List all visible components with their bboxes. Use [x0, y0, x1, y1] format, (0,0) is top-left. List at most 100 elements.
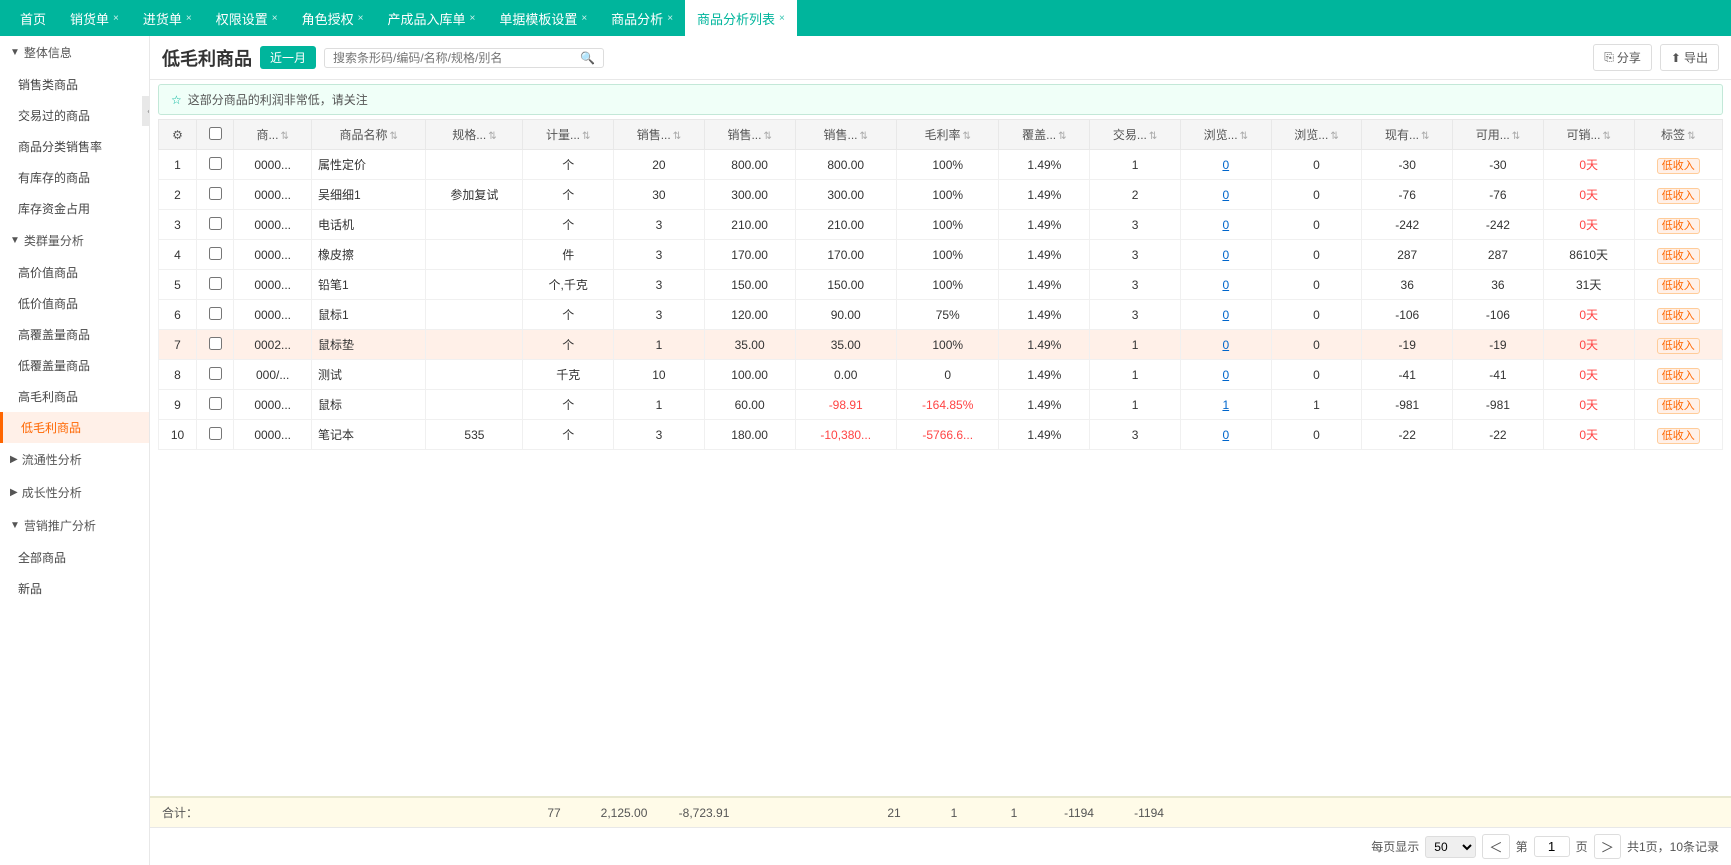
sidebar-item-traded-products[interactable]: 交易过的商品 — [0, 100, 149, 131]
row-name[interactable]: 吴细细1 — [311, 180, 426, 210]
prev-page-button[interactable]: ＜ — [1482, 834, 1509, 859]
row-view1[interactable]: 0 — [1180, 360, 1271, 390]
sidebar-item-inventory-capital[interactable]: 库存资金占用 — [0, 193, 149, 224]
sidebar-item-low-value[interactable]: 低价值商品 — [0, 288, 149, 319]
row-checkbox[interactable] — [196, 210, 233, 240]
row-view1[interactable]: 0 — [1180, 420, 1271, 450]
row-name[interactable]: 橡皮擦 — [311, 240, 426, 270]
sidebar-item-low-margin[interactable]: 低毛利商品 — [0, 412, 149, 443]
row-checkbox[interactable] — [196, 420, 233, 450]
row-view1[interactable]: 0 — [1180, 300, 1271, 330]
sidebar-section-growth[interactable]: ▶ 成长性分析 — [0, 476, 149, 509]
sidebar-item-new-products[interactable]: 新品 — [0, 573, 149, 604]
row-view1[interactable]: 0 — [1180, 330, 1271, 360]
export-button[interactable]: ⬆ 导出 — [1660, 44, 1719, 71]
sidebar-item-low-coverage[interactable]: 低覆盖量商品 — [0, 350, 149, 381]
close-template-settings-icon[interactable]: × — [581, 13, 587, 24]
close-sales-order-icon[interactable]: × — [113, 13, 119, 24]
sidebar-section-circulation[interactable]: ▶ 流通性分析 — [0, 443, 149, 476]
row-view1[interactable]: 0 — [1180, 210, 1271, 240]
search-input[interactable] — [333, 51, 576, 65]
row-select-checkbox[interactable] — [209, 427, 222, 440]
row-view1[interactable]: 1 — [1180, 390, 1271, 420]
col-tag[interactable]: 标签⇅ — [1634, 120, 1722, 150]
select-all-checkbox[interactable] — [209, 127, 222, 140]
row-name[interactable]: 铅笔1 — [311, 270, 426, 300]
row-name[interactable]: 属性定价 — [311, 150, 426, 180]
filter-button[interactable]: 近一月 — [260, 46, 316, 69]
row-select-checkbox[interactable] — [209, 367, 222, 380]
nav-product-storage[interactable]: 产成品入库单 × — [375, 0, 487, 36]
close-product-storage-icon[interactable]: × — [469, 13, 475, 24]
row-select-checkbox[interactable] — [209, 217, 222, 230]
nav-product-analysis-list[interactable]: 商品分析列表 × — [685, 0, 797, 36]
nav-home[interactable]: 首页 — [8, 0, 58, 36]
row-select-checkbox[interactable] — [209, 247, 222, 260]
col-unit[interactable]: 计量...⇅ — [523, 120, 614, 150]
nav-permissions[interactable]: 权限设置 × — [204, 0, 290, 36]
close-role-auth-icon[interactable]: × — [358, 13, 364, 24]
sidebar-item-sales-products[interactable]: 销售类商品 — [0, 69, 149, 100]
row-checkbox[interactable] — [196, 390, 233, 420]
row-select-checkbox[interactable] — [209, 397, 222, 410]
row-name[interactable]: 鼠标1 — [311, 300, 426, 330]
col-sales3[interactable]: 销售...⇅ — [795, 120, 896, 150]
row-select-checkbox[interactable] — [209, 277, 222, 290]
row-checkbox[interactable] — [196, 300, 233, 330]
row-view1[interactable]: 0 — [1180, 180, 1271, 210]
col-code[interactable]: 商...⇅ — [234, 120, 312, 150]
row-name[interactable]: 测试 — [311, 360, 426, 390]
sidebar-item-high-value[interactable]: 高价值商品 — [0, 257, 149, 288]
sidebar-item-all-products[interactable]: 全部商品 — [0, 542, 149, 573]
sidebar-item-in-stock[interactable]: 有库存的商品 — [0, 162, 149, 193]
col-deals[interactable]: 交易...⇅ — [1090, 120, 1181, 150]
col-settings[interactable]: ⚙ — [159, 120, 197, 150]
row-name[interactable]: 笔记本 — [311, 420, 426, 450]
col-sellable[interactable]: 可销...⇅ — [1543, 120, 1634, 150]
page-number-input[interactable] — [1534, 836, 1570, 857]
row-name[interactable]: 电话机 — [311, 210, 426, 240]
sidebar-section-marketing[interactable]: ▼ 营销推广分析 — [0, 509, 149, 542]
row-select-checkbox[interactable] — [209, 307, 222, 320]
nav-product-analysis[interactable]: 商品分析 × — [599, 0, 685, 36]
col-sales2[interactable]: 销售...⇅ — [704, 120, 795, 150]
nav-sales-order[interactable]: 销货单 × — [58, 0, 131, 36]
sidebar-section-overall[interactable]: ▼ 整体信息 — [0, 36, 149, 69]
col-spec[interactable]: 规格...⇅ — [426, 120, 523, 150]
nav-template-settings[interactable]: 单据模板设置 × — [487, 0, 599, 36]
col-view2[interactable]: 浏览...⇅ — [1271, 120, 1362, 150]
close-purchase-order-icon[interactable]: × — [186, 13, 192, 24]
col-current[interactable]: 现有...⇅ — [1362, 120, 1453, 150]
share-button[interactable]: ⎘ 分享 — [1593, 44, 1652, 71]
nav-role-auth[interactable]: 角色授权 × — [290, 0, 376, 36]
row-checkbox[interactable] — [196, 150, 233, 180]
row-checkbox[interactable] — [196, 330, 233, 360]
col-view1[interactable]: 浏览...⇅ — [1180, 120, 1271, 150]
sidebar-item-category-sales-rate[interactable]: 商品分类销售率 — [0, 131, 149, 162]
close-product-analysis-icon[interactable]: × — [667, 13, 673, 24]
row-name[interactable]: 鼠标 — [311, 390, 426, 420]
col-coverage[interactable]: 覆盖...⇅ — [999, 120, 1090, 150]
row-view1[interactable]: 0 — [1180, 240, 1271, 270]
col-available[interactable]: 可用...⇅ — [1453, 120, 1544, 150]
sidebar-item-high-coverage[interactable]: 高覆盖量商品 — [0, 319, 149, 350]
close-permissions-icon[interactable]: × — [272, 13, 278, 24]
row-select-checkbox[interactable] — [209, 187, 222, 200]
row-select-checkbox[interactable] — [209, 157, 222, 170]
col-margin[interactable]: 毛利率⇅ — [896, 120, 999, 150]
row-name[interactable]: 鼠标垫 — [311, 330, 426, 360]
sidebar-section-cluster[interactable]: ▼ 类群量分析 — [0, 224, 149, 257]
per-page-select[interactable]: 50 100 200 — [1425, 836, 1476, 858]
nav-purchase-order[interactable]: 进货单 × — [131, 0, 204, 36]
col-name[interactable]: 商品名称⇅ — [311, 120, 426, 150]
next-page-button[interactable]: ＞ — [1594, 834, 1621, 859]
close-product-analysis-list-icon[interactable]: × — [779, 13, 785, 24]
row-view1[interactable]: 0 — [1180, 150, 1271, 180]
row-checkbox[interactable] — [196, 240, 233, 270]
row-view1[interactable]: 0 — [1180, 270, 1271, 300]
row-checkbox[interactable] — [196, 180, 233, 210]
col-sales1[interactable]: 销售...⇅ — [614, 120, 705, 150]
row-checkbox[interactable] — [196, 360, 233, 390]
sidebar-item-high-margin[interactable]: 高毛利商品 — [0, 381, 149, 412]
sidebar-collapse-button[interactable]: « — [142, 96, 150, 126]
